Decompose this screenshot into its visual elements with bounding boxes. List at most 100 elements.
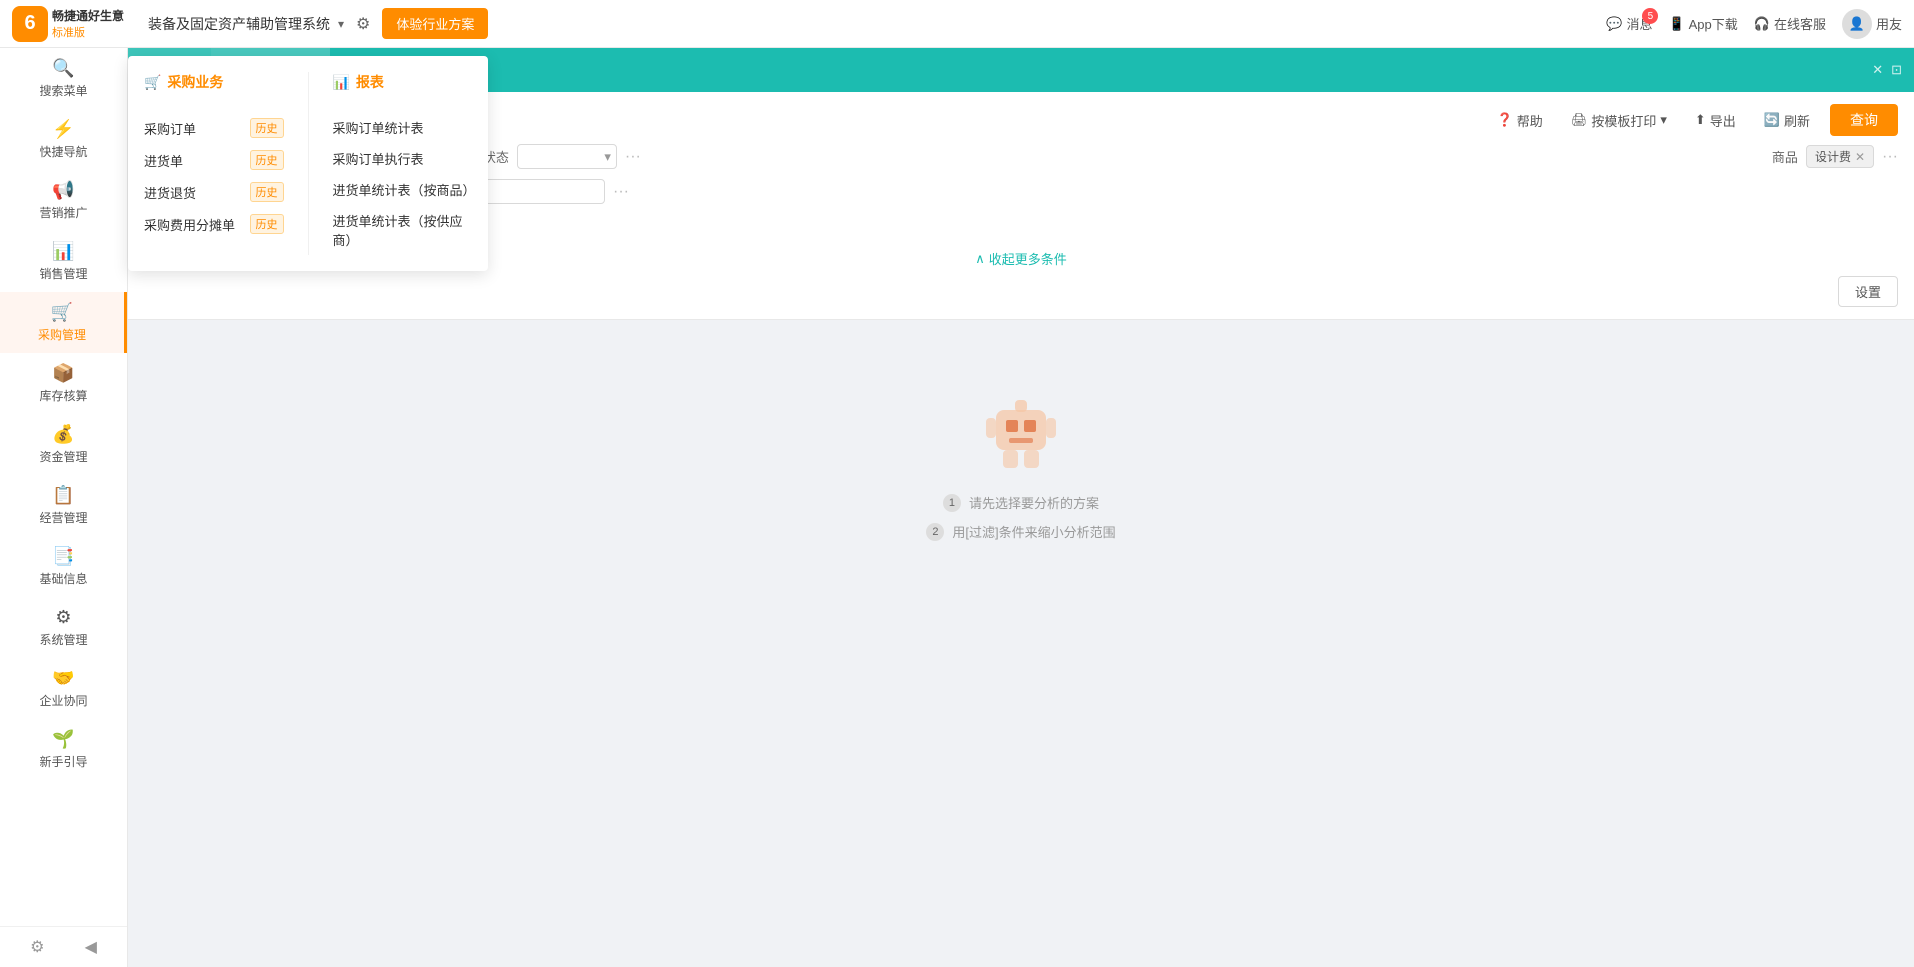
sidebar-label-quicknav: 快捷导航 [39, 143, 87, 160]
step-2-num: 2 [926, 523, 944, 541]
expense-alloc-hist: 历史 [250, 214, 284, 234]
goods-ellipsis[interactable]: ··· [1882, 148, 1898, 166]
system-dropdown-arrow[interactable]: ▾ [338, 17, 344, 31]
purchase-menu-icon: 🛒 [144, 74, 161, 91]
tab-minimize-icon[interactable]: ✕ [1872, 62, 1883, 78]
tab-right-icons: ✕ ⊡ [1872, 62, 1914, 78]
sidebar-item-search[interactable]: 🔍 搜索菜单 [0, 48, 127, 109]
purchase-menu-col: 🛒 采购业务 采购订单 历史 进货单 历史 进货退货 历史 采购费用分摊单 历史 [144, 72, 284, 255]
query-btn[interactable]: 查询 [1830, 104, 1898, 136]
gear-icon: ⚙ [55, 607, 71, 628]
user-menu[interactable]: 👤 用友 [1842, 9, 1902, 39]
menu-item-order-stat[interactable]: 采购订单统计表 [333, 112, 473, 143]
goods-tag[interactable]: 设计费 ✕ [1806, 145, 1874, 168]
sidebar-item-inventory[interactable]: 📦 库存核算 [0, 353, 127, 414]
phone-icon: 📱 [1668, 16, 1684, 32]
logo-line2: 标准版 [52, 24, 124, 40]
status-group: 单据状态 ▾ ··· [457, 144, 1760, 169]
report-title-text: 报表 [356, 72, 384, 92]
seedling-icon: 🌱 [52, 729, 74, 750]
toolbar-actions: ❓ 帮助 🖨 按模板打印 ▾ ⬆ 导出 [1489, 104, 1898, 136]
goods-tag-value: 设计费 [1815, 148, 1851, 165]
settings-row: 设置 [144, 276, 1898, 307]
export-btn[interactable]: ⬆ 导出 [1687, 107, 1744, 134]
print-btn[interactable]: 🖨 按模板打印 ▾ [1563, 107, 1675, 134]
goods-return-hist: 历史 [250, 182, 284, 202]
user-avatar: 👤 [1842, 9, 1872, 39]
refresh-label: 刷新 [1784, 111, 1810, 130]
sidebar-collapse-icon[interactable]: ◀ [85, 937, 97, 957]
menu-item-expense-alloc[interactable]: 采购费用分摊单 历史 [144, 208, 284, 240]
sidebar-item-purchase[interactable]: 🛒 采购管理 [0, 292, 127, 353]
sidebar-item-basic[interactable]: 📑 基础信息 [0, 536, 127, 597]
doc-status-ellipsis[interactable]: ··· [625, 148, 641, 166]
help-icon: ❓ [1497, 112, 1513, 128]
doc-status-select[interactable] [517, 144, 617, 169]
app-download-btn[interactable]: 📱 App下载 [1668, 14, 1737, 33]
expense-alloc-label: 采购费用分摊单 [144, 215, 235, 234]
document-icon: 📑 [52, 546, 74, 567]
goods-tag-close[interactable]: ✕ [1855, 150, 1865, 164]
sidebar-item-marketing[interactable]: 📢 营销推广 [0, 170, 127, 231]
salesman-ellipsis[interactable]: ··· [613, 183, 629, 201]
menu-item-goods-receipt[interactable]: 进货单 历史 [144, 144, 284, 176]
menu-item-purchase-order[interactable]: 采购订单 历史 [144, 112, 284, 144]
refresh-btn[interactable]: 🔄 刷新 [1756, 107, 1818, 134]
print-label: 按模板打印 [1591, 111, 1656, 130]
collapse-label: 收起更多条件 [989, 249, 1067, 268]
settings-icon[interactable]: ⚙ [356, 14, 370, 34]
sidebar-label-sales: 销售管理 [39, 265, 87, 282]
online-service-btn[interactable]: 🎧 在线客服 [1754, 14, 1826, 33]
menu-item-receipt-stat-goods[interactable]: 进货单统计表（按商品） [333, 174, 473, 205]
message-btn[interactable]: 💬 消息 5 [1606, 14, 1652, 33]
sidebar-label-system: 系统管理 [39, 631, 87, 648]
purchase-dropdown-menu: 🛒 采购业务 采购订单 历史 进货单 历史 进货退货 历史 采购费用分摊单 历史 [128, 56, 488, 271]
sidebar-item-sales[interactable]: 📊 销售管理 [0, 231, 127, 292]
sidebar-label-inventory: 库存核算 [39, 387, 87, 404]
sidebar-item-system[interactable]: ⚙ 系统管理 [0, 597, 127, 658]
system-title: 装备及固定资产辅助管理系统 ▾ ⚙ [140, 14, 370, 34]
collapse-btn[interactable]: ∧ 收起更多条件 [975, 249, 1067, 268]
step-1-num: 1 [943, 494, 961, 512]
clipboard-icon: 📋 [52, 485, 74, 506]
sidebar-label-enterprise: 企业协同 [39, 692, 87, 709]
sidebar-item-funds[interactable]: 💰 资金管理 [0, 414, 127, 475]
empty-step-2: 2 用[过滤]条件来缩小分析范围 [926, 522, 1115, 541]
purchase-title-text: 采购业务 [167, 72, 223, 92]
logo-text: 畅捷通好生意 标准版 [52, 7, 124, 40]
sidebar-item-enterprise[interactable]: 🤝 企业协同 [0, 658, 127, 719]
app-container: 6 畅捷通好生意 标准版 装备及固定资产辅助管理系统 ▾ ⚙ 体验行业方案 💬 … [0, 0, 1914, 967]
app-label: App下载 [1689, 14, 1738, 33]
box-icon: 📦 [52, 363, 74, 384]
menu-item-goods-return[interactable]: 进货退货 历史 [144, 176, 284, 208]
sidebar-item-operations[interactable]: 📋 经营管理 [0, 475, 127, 536]
message-badge: 5 [1642, 8, 1658, 24]
goods-group: 商品 设计费 ✕ ··· [1772, 145, 1898, 168]
handshake-icon: 🤝 [52, 668, 74, 689]
flash-icon: ⚡ [52, 119, 74, 140]
empty-state: 1 请先选择要分析的方案 2 用[过滤]条件来缩小分析范围 [128, 320, 1914, 601]
sidebar-item-quicknav[interactable]: ⚡ 快捷导航 [0, 109, 127, 170]
help-btn[interactable]: ❓ 帮助 [1489, 107, 1551, 134]
logo-icon: 6 [12, 6, 48, 42]
tab-maximize-icon[interactable]: ⊡ [1891, 62, 1902, 78]
settings-btn[interactable]: 设置 [1838, 276, 1898, 307]
sidebar-item-newbie[interactable]: 🌱 新手引导 [0, 719, 127, 780]
service-label: 在线客服 [1774, 14, 1826, 33]
order-stat-label: 采购订单统计表 [333, 118, 424, 137]
top-bar: 6 畅捷通好生意 标准版 装备及固定资产辅助管理系统 ▾ ⚙ 体验行业方案 💬 … [0, 0, 1914, 48]
sidebar-settings-icon[interactable]: ⚙ [30, 937, 44, 957]
goods-return-label: 进货退货 [144, 183, 196, 202]
sidebar: 🔍 搜索菜单 ⚡ 快捷导航 📢 营销推广 📊 销售管理 🛒 采购管理 📦 [0, 48, 128, 967]
sidebar-label-marketing: 营销推广 [39, 204, 87, 221]
money-icon: 💰 [52, 424, 74, 445]
goods-label: 商品 [1772, 147, 1798, 166]
print-dropdown-icon: ▾ [1660, 112, 1667, 128]
menu-item-receipt-stat-supplier[interactable]: 进货单统计表（按供应商） [333, 205, 473, 255]
report-menu-title: 📊 报表 [333, 72, 473, 100]
step-2-text: 用[过滤]条件来缩小分析范围 [952, 522, 1115, 541]
menu-item-order-exec[interactable]: 采购订单执行表 [333, 143, 473, 174]
industry-btn[interactable]: 体验行业方案 [382, 8, 488, 39]
user-label: 用友 [1876, 14, 1902, 33]
sidebar-label-operations: 经营管理 [39, 509, 87, 526]
